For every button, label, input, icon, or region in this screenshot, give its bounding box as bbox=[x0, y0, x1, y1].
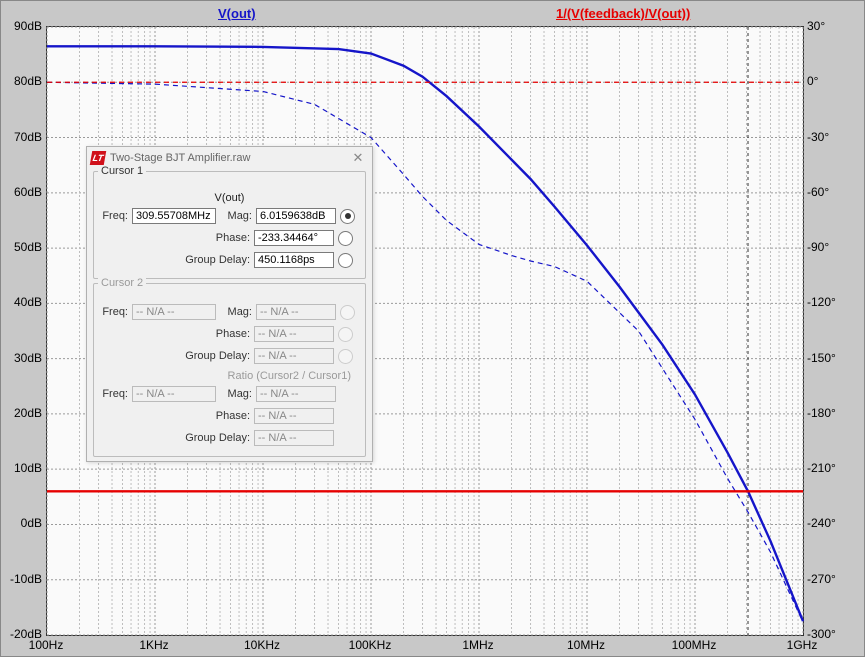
y-left-tick: -10dB bbox=[2, 572, 42, 586]
y-right-tick: -60° bbox=[807, 185, 862, 199]
cursor1-gd-radio[interactable] bbox=[338, 253, 353, 268]
cursor2-legend: Cursor 2 bbox=[98, 277, 146, 289]
y-right-tick: 30° bbox=[807, 19, 862, 33]
y-left-tick: 30dB bbox=[2, 351, 42, 365]
ratio-gd-label: Group Delay: bbox=[100, 432, 254, 444]
y-right-tick: -120° bbox=[807, 295, 862, 309]
ratio-phase-input bbox=[254, 408, 334, 424]
x-tick: 1GHz bbox=[787, 638, 818, 652]
cursor1-gd-input[interactable] bbox=[254, 252, 334, 268]
y-left-tick: 40dB bbox=[2, 295, 42, 309]
y-right-tick: -180° bbox=[807, 406, 862, 420]
ratio-gd-input bbox=[254, 430, 334, 446]
cursor1-gd-label: Group Delay: bbox=[100, 254, 254, 266]
cursor2-phase-label: Phase: bbox=[100, 328, 254, 340]
ratio-phase-label: Phase: bbox=[100, 410, 254, 422]
x-tick: 100MHz bbox=[672, 638, 717, 652]
y-right-tick: 0° bbox=[807, 74, 862, 88]
cursor1-phase-radio[interactable] bbox=[338, 231, 353, 246]
trace-label-vout[interactable]: V(out) bbox=[218, 6, 256, 21]
cursor2-phase-radio bbox=[338, 327, 353, 342]
y-left-tick: 10dB bbox=[2, 461, 42, 475]
plot-window: V(out) 1/(V(feedback)/V(out)) LT Two-Sta… bbox=[0, 0, 865, 657]
y-left-tick: 20dB bbox=[2, 406, 42, 420]
x-tick: 10MHz bbox=[567, 638, 605, 652]
cursor2-mag-input bbox=[256, 304, 336, 320]
x-tick: 100KHz bbox=[349, 638, 392, 652]
y-right-tick: -90° bbox=[807, 240, 862, 254]
cursor1-legend: Cursor 1 bbox=[98, 165, 146, 177]
cursor2-group: Cursor 2 Freq: Mag: Phase: Group Delay: … bbox=[93, 283, 366, 457]
cursor2-gd-radio bbox=[338, 349, 353, 364]
cursor2-freq-input bbox=[132, 304, 216, 320]
ratio-freq-label: Freq: bbox=[100, 388, 132, 400]
dialog-title: Two-Stage BJT Amplifier.raw bbox=[110, 152, 348, 164]
y-right-tick: -30° bbox=[807, 130, 862, 144]
cursor1-mag-input[interactable] bbox=[256, 208, 336, 224]
cursor-dialog[interactable]: LT Two-Stage BJT Amplifier.raw ✕ Cursor … bbox=[86, 146, 373, 462]
close-icon[interactable]: ✕ bbox=[348, 150, 368, 166]
y-left-tick: 50dB bbox=[2, 240, 42, 254]
y-left-tick: 0dB bbox=[2, 516, 42, 530]
cursor2-freq-label: Freq: bbox=[100, 306, 132, 318]
cursor1-freq-input[interactable] bbox=[132, 208, 216, 224]
x-tick: 1KHz bbox=[139, 638, 168, 652]
y-left-tick: 90dB bbox=[2, 19, 42, 33]
cursor2-mag-label: Mag: bbox=[222, 306, 256, 318]
trace-label-feedback[interactable]: 1/(V(feedback)/V(out)) bbox=[556, 6, 690, 21]
y-left-tick: 80dB bbox=[2, 74, 42, 88]
cursor2-mag-radio bbox=[340, 305, 355, 320]
cursor1-group: Cursor 1 V(out) Freq: Mag: Phase: Group … bbox=[93, 171, 366, 279]
cursor1-trace-name: V(out) bbox=[100, 192, 359, 204]
cursor2-gd-input bbox=[254, 348, 334, 364]
cursor1-mag-radio[interactable] bbox=[340, 209, 355, 224]
y-right-tick: -270° bbox=[807, 572, 862, 586]
cursor1-phase-label: Phase: bbox=[100, 232, 254, 244]
ratio-freq-input bbox=[132, 386, 216, 402]
y-right-tick: -210° bbox=[807, 461, 862, 475]
ratio-header: Ratio (Cursor2 / Cursor1) bbox=[100, 370, 351, 382]
cursor1-phase-input[interactable] bbox=[254, 230, 334, 246]
y-left-tick: 70dB bbox=[2, 130, 42, 144]
x-tick: 100Hz bbox=[29, 638, 64, 652]
x-tick: 10KHz bbox=[244, 638, 280, 652]
cursor1-freq-label: Freq: bbox=[100, 210, 132, 222]
ratio-mag-label: Mag: bbox=[222, 388, 256, 400]
lt-logo-icon: LT bbox=[90, 151, 106, 165]
cursor2-gd-label: Group Delay: bbox=[100, 350, 254, 362]
cursor2-phase-input bbox=[254, 326, 334, 342]
cursor1-mag-label: Mag: bbox=[222, 210, 256, 222]
x-tick: 1MHz bbox=[462, 638, 493, 652]
y-left-tick: 60dB bbox=[2, 185, 42, 199]
ratio-mag-input bbox=[256, 386, 336, 402]
y-right-tick: -240° bbox=[807, 516, 862, 530]
y-right-tick: -150° bbox=[807, 351, 862, 365]
